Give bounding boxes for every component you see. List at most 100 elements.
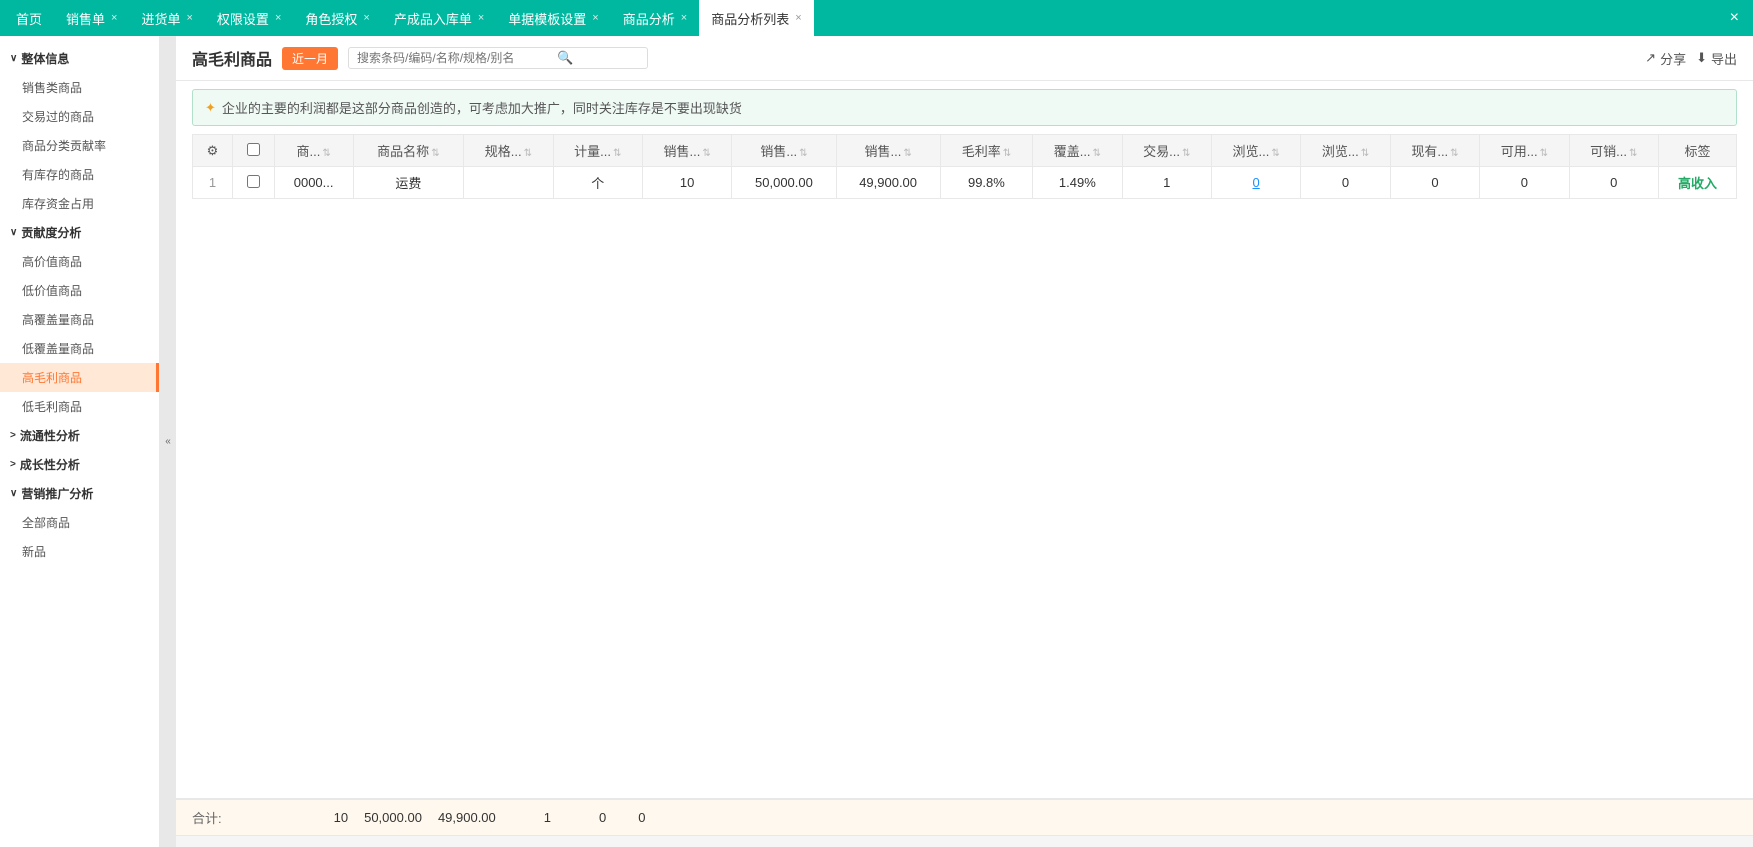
col-header-margin[interactable]: 毛利率⇅ (940, 135, 1032, 167)
sidebar-item-low-margin[interactable]: 低毛利商品 (0, 392, 159, 421)
sidebar-item-low-freq[interactable]: 低覆盖量商品 (0, 334, 159, 363)
row-num: 1 (193, 167, 233, 199)
col-header-checkbox (232, 135, 274, 167)
sidebar-group-growth[interactable]: >成长性分析 (0, 450, 159, 479)
info-banner-text: 企业的主要的利润都是这部分商品创造的，可考虑加大推广，同时关注库存是不要出现缺货 (222, 98, 742, 117)
data-table: ⚙商...⇅商品名称⇅规格...⇅计量...⇅销售...⇅销售...⇅销售...… (192, 134, 1737, 199)
col-header-coverage[interactable]: 覆盖...⇅ (1033, 135, 1122, 167)
nav-close-icon[interactable]: × (795, 12, 801, 24)
sidebar-item-high-freq[interactable]: 高覆盖量商品 (0, 305, 159, 334)
filter-period-button[interactable]: 近一月 (282, 47, 338, 70)
nav-item-角色授权[interactable]: 角色授权× (293, 0, 381, 36)
row-sales-qty: 10 (642, 167, 731, 199)
select-all-checkbox[interactable] (247, 143, 260, 156)
export-button[interactable]: ⬇ 导出 (1696, 49, 1737, 68)
footer-cell (559, 810, 575, 825)
main-area: ∨整体信息销售类商品交易过的商品商品分类贡献率有库存的商品库存资金占用∨贡献度分… (0, 36, 1753, 847)
nav-close-icon[interactable]: × (186, 12, 192, 24)
col-header-unit[interactable]: 计量...⇅ (553, 135, 642, 167)
footer-cell: 0 (591, 810, 614, 825)
nav-item-商品分析[interactable]: 商品分析× (611, 0, 699, 36)
sidebar-group-flow[interactable]: >流通性分析 (0, 421, 159, 450)
footer-cell: 0 (630, 810, 653, 825)
row-available1: 0 (1390, 167, 1479, 199)
col-header-settings: ⚙ (193, 135, 233, 167)
sidebar-collapse-button[interactable]: « (160, 36, 176, 847)
nav-item-商品分析列表[interactable]: 商品分析列表× (699, 0, 813, 36)
close-all-button[interactable]: × (1720, 9, 1749, 27)
sidebar-group-wealth[interactable]: ∨贡献度分析 (0, 218, 159, 247)
nav-close-icon[interactable]: × (363, 12, 369, 24)
sidebar-item-high-value[interactable]: 高价值商品 (0, 247, 159, 276)
footer-cell (504, 810, 520, 825)
nav-close-icon[interactable]: × (275, 12, 281, 24)
col-header-available2[interactable]: 可用...⇅ (1480, 135, 1569, 167)
col-header-browseCount1[interactable]: 浏览...⇅ (1211, 135, 1300, 167)
nav-close-icon[interactable]: × (592, 12, 598, 24)
col-header-code[interactable]: 商...⇅ (274, 135, 353, 167)
horizontal-scrollbar[interactable] (176, 835, 1753, 847)
col-header-name[interactable]: 商品名称⇅ (353, 135, 464, 167)
footer-cell: 1 (536, 810, 559, 825)
sidebar-wrapper: ∨整体信息销售类商品交易过的商品商品分类贡献率有库存的商品库存资金占用∨贡献度分… (0, 36, 176, 847)
search-icon[interactable]: 🔍 (557, 50, 573, 66)
nav-item-产成品入库单[interactable]: 产成品入库单× (382, 0, 496, 36)
col-header-salesQty[interactable]: 销售...⇅ (642, 135, 731, 167)
share-icon: ↗ (1645, 50, 1656, 66)
col-header-salesCost[interactable]: 销售...⇅ (836, 135, 940, 167)
sidebar-item-high-margin[interactable]: 高毛利商品 (0, 363, 159, 392)
sidebar-item-inventory-occupation[interactable]: 库存资金占用 (0, 189, 159, 218)
table-settings-icon[interactable]: ⚙ (207, 143, 219, 158)
col-header-transactions[interactable]: 交易...⇅ (1122, 135, 1211, 167)
footer-cell (230, 810, 246, 825)
sidebar-item-new-goods[interactable]: 新品 (0, 537, 159, 566)
sidebar-item-inventory-goods[interactable]: 有库存的商品 (0, 160, 159, 189)
share-button[interactable]: ↗ 分享 (1645, 49, 1686, 68)
col-header-browseCount2[interactable]: 浏览...⇅ (1301, 135, 1390, 167)
sidebar-item-all-goods[interactable]: 全部商品 (0, 508, 159, 537)
content-area: 高毛利商品 近一月 🔍 ↗ 分享 ⬇ 导出 ✦ 企业的主要的利润都是这部分商品创… (176, 36, 1753, 847)
table-wrapper[interactable]: ⚙商...⇅商品名称⇅规格...⇅计量...⇅销售...⇅销售...⇅销售...… (176, 134, 1753, 798)
col-header-salesAmt[interactable]: 销售...⇅ (732, 135, 836, 167)
row-sales-amt: 50,000.00 (732, 167, 836, 199)
search-input[interactable] (357, 51, 557, 65)
nav-close-icon[interactable]: × (478, 12, 484, 24)
table-footer: 合计: 1050,000.0049,900.00100 (176, 798, 1753, 835)
search-box: 🔍 (348, 47, 648, 69)
info-banner: ✦ 企业的主要的利润都是这部分商品创造的，可考虑加大推广，同时关注库存是不要出现… (192, 89, 1737, 126)
row-checkbox[interactable] (232, 167, 274, 199)
sidebar-group-overall[interactable]: ∨整体信息 (0, 44, 159, 73)
sidebar-item-sales-goods[interactable]: 销售类商品 (0, 73, 159, 102)
nav-item-进货单[interactable]: 进货单× (129, 0, 204, 36)
nav-item-销售单[interactable]: 销售单× (54, 0, 129, 36)
sidebar-item-low-value[interactable]: 低价值商品 (0, 276, 159, 305)
nav-item-首页[interactable]: 首页 (4, 0, 54, 36)
row-browse2: 0 (1301, 167, 1390, 199)
footer-cell: 50,000.00 (356, 810, 430, 825)
row-browse1[interactable]: 0 (1211, 167, 1300, 199)
sidebar: ∨整体信息销售类商品交易过的商品商品分类贡献率有库存的商品库存资金占用∨贡献度分… (0, 36, 160, 847)
group-arrow-icon: ∨ (10, 227, 17, 238)
row-spec (464, 167, 553, 199)
footer-cell (310, 810, 326, 825)
col-header-sellable[interactable]: 可销...⇅ (1569, 135, 1658, 167)
top-nav: 首页销售单×进货单×权限设置×角色授权×产成品入库单×单据模板设置×商品分析×商… (0, 0, 1753, 36)
nav-close-icon[interactable]: × (111, 12, 117, 24)
sidebar-group-marketing[interactable]: ∨营销推广分析 (0, 479, 159, 508)
row-margin: 99.8% (940, 167, 1032, 199)
footer-cell (278, 810, 294, 825)
nav-close-icon[interactable]: × (681, 12, 687, 24)
content-header: 高毛利商品 近一月 🔍 ↗ 分享 ⬇ 导出 (176, 36, 1753, 81)
sidebar-item-goods-contribution[interactable]: 商品分类贡献率 (0, 131, 159, 160)
footer-cell (614, 810, 630, 825)
nav-item-权限设置[interactable]: 权限设置× (205, 0, 293, 36)
header-actions: ↗ 分享 ⬇ 导出 (1645, 49, 1737, 68)
col-header-spec[interactable]: 规格...⇅ (464, 135, 553, 167)
row-tag: 高收入 (1658, 167, 1736, 199)
group-arrow-icon: ∨ (10, 53, 17, 64)
col-header-available1[interactable]: 现有...⇅ (1390, 135, 1479, 167)
sidebar-item-traded-goods[interactable]: 交易过的商品 (0, 102, 159, 131)
table-body: 10000...运费个1050,000.0049,900.0099.8%1.49… (193, 167, 1737, 199)
nav-item-单据模板设置[interactable]: 单据模板设置× (496, 0, 610, 36)
row-name: 运费 (353, 167, 464, 199)
